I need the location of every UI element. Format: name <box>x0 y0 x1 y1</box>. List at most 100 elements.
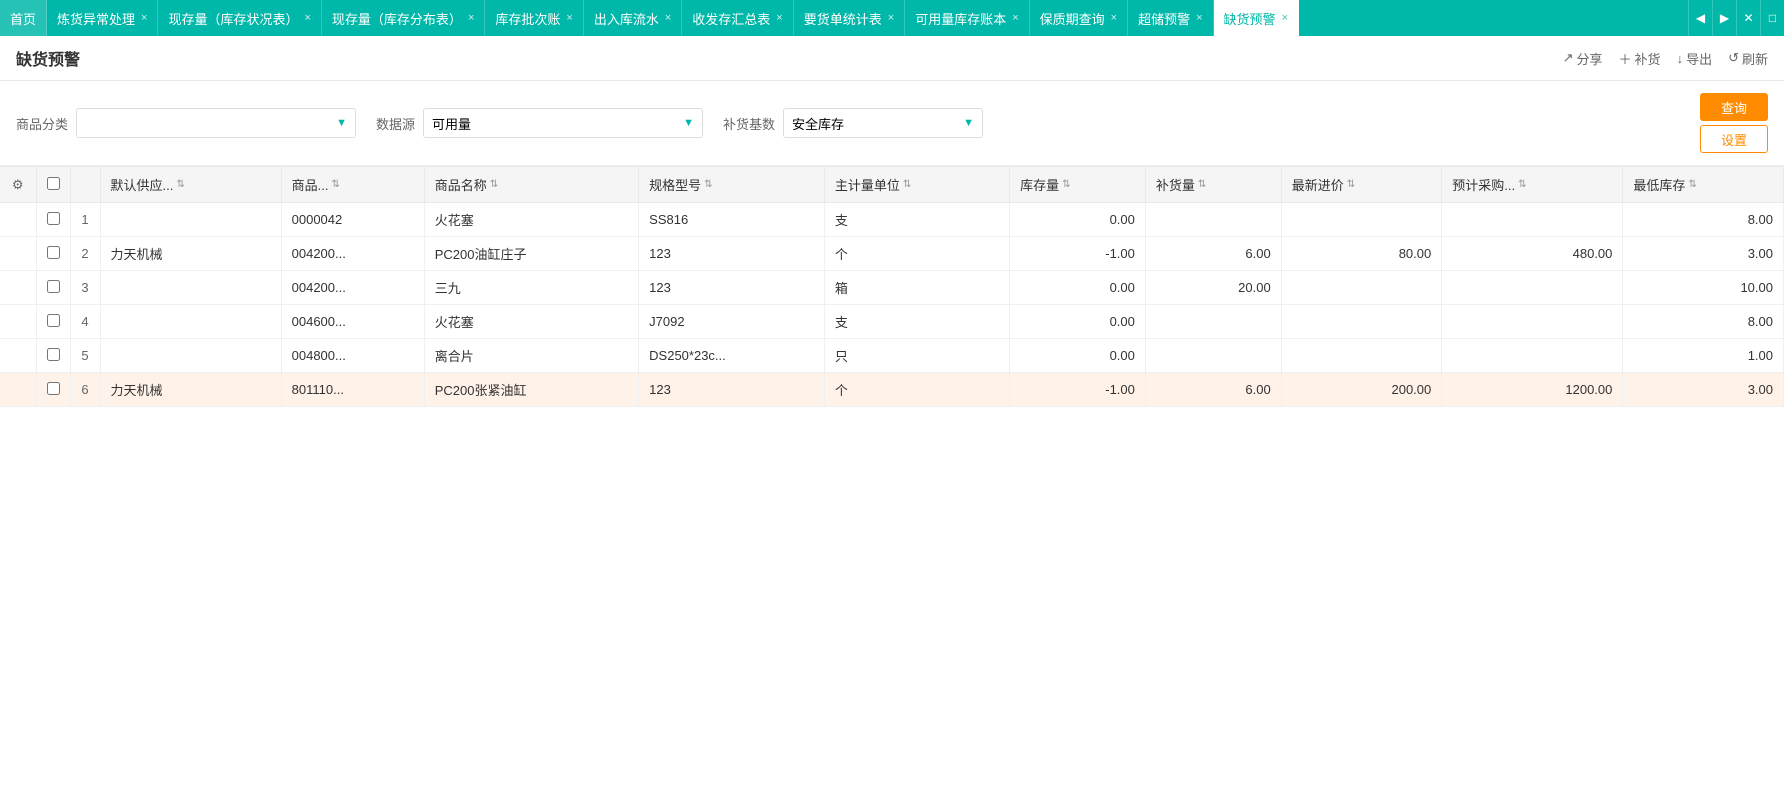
nav-tab-batch-account[interactable]: 库存批次账× <box>485 0 583 36</box>
sort-icon-price: ⇅ <box>1347 179 1355 190</box>
cell-unit-5: 个 <box>824 373 1009 407</box>
row-gear-2 <box>0 271 36 305</box>
cell-goods_name-5: PC200张紧油缸 <box>424 373 638 407</box>
close-tab-icon-abnormal[interactable]: × <box>141 12 147 24</box>
cell-default_supplier-2 <box>100 271 281 305</box>
row-checkbox-4[interactable] <box>47 348 60 361</box>
cell-goods_name-0: 火花塞 <box>424 203 638 237</box>
cell-min_stock-1: 3.00 <box>1623 237 1784 271</box>
row-checkbox-0[interactable] <box>47 212 60 225</box>
nav-tab-home[interactable]: 首页 <box>0 0 47 36</box>
row-checkbox-3[interactable] <box>47 314 60 327</box>
close-tab-icon-inventory-status[interactable]: × <box>304 12 310 24</box>
replenish-base-value: 安全库存 <box>792 114 844 133</box>
close-tab-icon-inout-flow[interactable]: × <box>665 12 671 24</box>
row-checkbox-cell-2 <box>36 271 70 305</box>
nav-tab-order-stat[interactable]: 要货单统计表× <box>794 0 905 36</box>
refresh-icon: ↺ <box>1728 50 1739 66</box>
cell-est_purchase-2 <box>1442 271 1623 305</box>
nav-tab-shortage[interactable]: 缺货预警× <box>1214 0 1299 36</box>
nav-left-arrow[interactable]: ◀ <box>1688 0 1712 36</box>
cell-min_stock-2: 10.00 <box>1623 271 1784 305</box>
row-checkbox-cell-1 <box>36 237 70 271</box>
col-goods-code: 商品... ⇅ <box>281 167 424 203</box>
sort-icon-code: ⇅ <box>331 179 339 190</box>
cell-est_purchase-0 <box>1442 203 1623 237</box>
replenish-base-dropdown-arrow: ▼ <box>963 117 974 129</box>
category-filter-group: 商品分类 ▼ <box>16 108 356 138</box>
category-label: 商品分类 <box>16 114 68 133</box>
row-checkbox-cell-3 <box>36 305 70 339</box>
close-tab-icon-available-ledger[interactable]: × <box>1012 12 1018 24</box>
gear-icon[interactable]: ⚙ <box>10 177 26 193</box>
close-tab-icon-collect-summary[interactable]: × <box>776 12 782 24</box>
select-all-checkbox[interactable] <box>47 177 60 190</box>
cell-goods_code-3: 004600... <box>281 305 424 339</box>
nav-tab-inventory-dist[interactable]: 现存量（库存分布表）× <box>322 0 485 36</box>
close-tab-icon-inventory-dist[interactable]: × <box>468 12 474 24</box>
cell-replenish_qty-0 <box>1145 203 1281 237</box>
cell-unit-4: 只 <box>824 339 1009 373</box>
replenish-base-select[interactable]: 安全库存 ▼ <box>783 108 983 138</box>
cell-stock_qty-5: -1.00 <box>1010 373 1146 407</box>
cell-default_supplier-4 <box>100 339 281 373</box>
top-navigation: 首页炼货异常处理×现存量（库存状况表）×现存量（库存分布表）×库存批次账×出入库… <box>0 0 1784 36</box>
cell-unit-2: 箱 <box>824 271 1009 305</box>
page-header: 缺货预警 ↗ 分享 ＋ 补货 ↓ 导出 ↺ 刷新 <box>0 36 1784 81</box>
category-select[interactable]: ▼ <box>76 108 356 138</box>
close-window-btn[interactable]: ✕ <box>1736 0 1760 36</box>
cell-goods_code-2: 004200... <box>281 271 424 305</box>
close-tab-icon-order-stat[interactable]: × <box>888 12 894 24</box>
cell-default_supplier-1: 力天机械 <box>100 237 281 271</box>
replenish-base-label: 补货基数 <box>723 114 775 133</box>
cell-unit-3: 支 <box>824 305 1009 339</box>
table-container: ⚙ 默认供应... ⇅ 商品... <box>0 166 1784 407</box>
sort-icon-replenish: ⇅ <box>1198 179 1206 190</box>
row-checkbox-5[interactable] <box>47 382 60 395</box>
filter-row: 商品分类 ▼ 数据源 可用量 ▼ 补货基数 安全库存 ▼ 查询 设置 <box>0 81 1784 166</box>
cell-min_stock-5: 3.00 <box>1623 373 1784 407</box>
refresh-btn[interactable]: ↺ 刷新 <box>1728 49 1768 68</box>
nav-tab-inout-flow[interactable]: 出入库流水× <box>584 0 682 36</box>
cell-spec_model-2: 123 <box>639 271 825 305</box>
settings-button[interactable]: 设置 <box>1700 125 1768 153</box>
cell-goods_name-4: 离合片 <box>424 339 638 373</box>
share-btn[interactable]: ↗ 分享 <box>1563 49 1603 68</box>
col-checkbox <box>36 167 70 203</box>
datasource-select[interactable]: 可用量 ▼ <box>423 108 703 138</box>
maximize-btn[interactable]: □ <box>1760 0 1784 36</box>
col-spec-model: 规格型号 ⇅ <box>639 167 825 203</box>
row-checkbox-1[interactable] <box>47 246 60 259</box>
cell-replenish_qty-1: 6.00 <box>1145 237 1281 271</box>
replenish-btn[interactable]: ＋ 补货 <box>1619 49 1661 68</box>
table-row: 6力天机械801110...PC200张紧油缸123个-1.006.00200.… <box>0 373 1784 407</box>
col-est-purchase: 预计采购... ⇅ <box>1442 167 1623 203</box>
close-tab-icon-expiry-query[interactable]: × <box>1111 12 1117 24</box>
export-btn[interactable]: ↓ 导出 <box>1677 49 1713 68</box>
row-gear-5 <box>0 373 36 407</box>
nav-tab-overstock[interactable]: 超储预警× <box>1128 0 1213 36</box>
cell-est_purchase-5: 1200.00 <box>1442 373 1623 407</box>
datasource-filter-group: 数据源 可用量 ▼ <box>376 108 703 138</box>
nav-tab-collect-summary[interactable]: 收发存汇总表× <box>682 0 793 36</box>
cell-stock_qty-4: 0.00 <box>1010 339 1146 373</box>
nav-tab-expiry-query[interactable]: 保质期查询× <box>1030 0 1128 36</box>
nav-right-arrow[interactable]: ▶ <box>1712 0 1736 36</box>
close-tab-icon-batch-account[interactable]: × <box>566 12 572 24</box>
nav-arrows: ◀ ▶ ✕ □ <box>1688 0 1784 36</box>
close-tab-icon-shortage[interactable]: × <box>1282 12 1288 24</box>
row-num-5: 6 <box>70 373 100 407</box>
table-row: 2力天机械004200...PC200油缸庄子123个-1.006.0080.0… <box>0 237 1784 271</box>
close-tab-icon-overstock[interactable]: × <box>1196 12 1202 24</box>
cell-spec_model-1: 123 <box>639 237 825 271</box>
row-checkbox-2[interactable] <box>47 280 60 293</box>
cell-goods_code-0: 0000042 <box>281 203 424 237</box>
query-button[interactable]: 查询 <box>1700 93 1768 121</box>
cell-unit-0: 支 <box>824 203 1009 237</box>
nav-tab-inventory-status[interactable]: 现存量（库存状况表）× <box>158 0 321 36</box>
page-title: 缺货预警 <box>16 46 80 70</box>
nav-tab-abnormal[interactable]: 炼货异常处理× <box>47 0 158 36</box>
main-content: 缺货预警 ↗ 分享 ＋ 补货 ↓ 导出 ↺ 刷新 商品分类 <box>0 36 1784 796</box>
nav-tab-available-ledger[interactable]: 可用量库存账本× <box>905 0 1029 36</box>
cell-spec_model-3: J7092 <box>639 305 825 339</box>
